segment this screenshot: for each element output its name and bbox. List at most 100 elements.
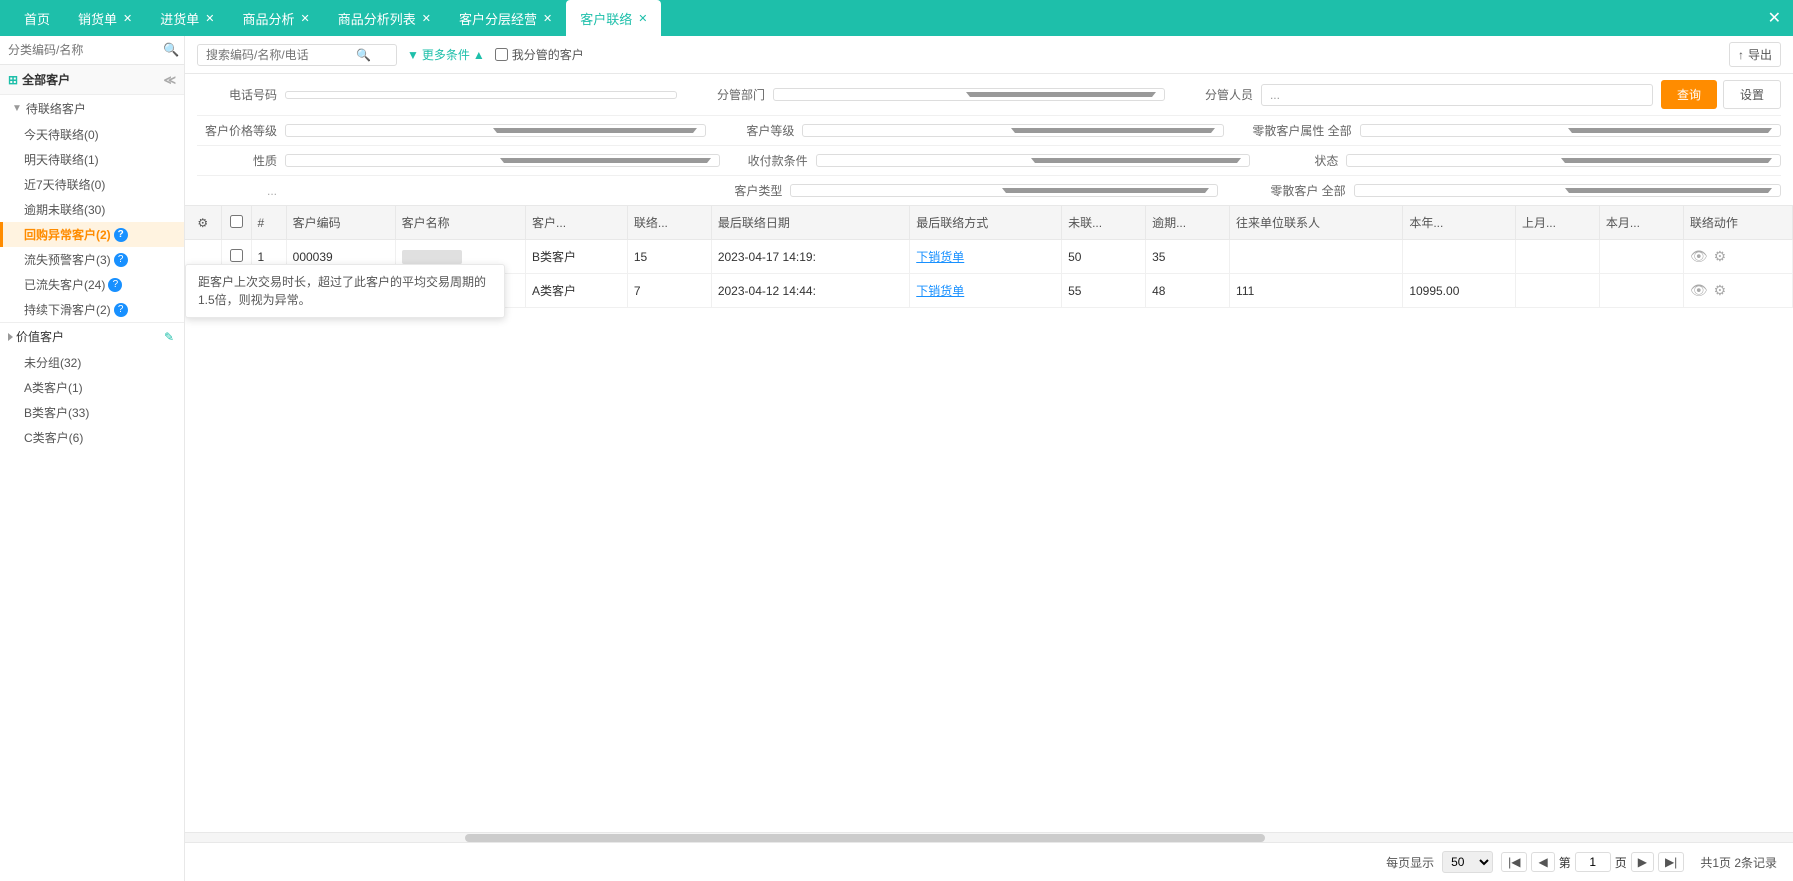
my-customers-checkbox[interactable] bbox=[495, 48, 508, 61]
nav-purchase-close[interactable]: ✕ bbox=[205, 12, 214, 25]
sidebar-item-tomorrow[interactable]: 明天待联络(1) bbox=[0, 147, 184, 172]
sidebar-item-ungrouped[interactable]: 未分组(32) bbox=[0, 350, 184, 375]
sidebar-item-today[interactable]: 今天待联络(0) bbox=[0, 122, 184, 147]
phone-field[interactable] bbox=[285, 91, 677, 99]
th-this-year[interactable]: 本年... bbox=[1403, 206, 1516, 240]
sidebar-group-value[interactable]: 价值客户 ✎ bbox=[0, 322, 184, 350]
sidebar-all-customers[interactable]: ⊞ 全部客户 ≪ bbox=[0, 65, 184, 95]
th-overdue[interactable]: 逾期... bbox=[1146, 206, 1230, 240]
sidebar-search-input[interactable] bbox=[8, 43, 163, 57]
info-icon-churn-warning[interactable]: ? bbox=[114, 253, 128, 267]
th-last-date[interactable]: 最后联络日期 bbox=[711, 206, 909, 240]
more-icon-2[interactable]: ⚙ bbox=[1714, 282, 1727, 299]
td-overdue-1: 35 bbox=[1146, 240, 1230, 274]
h-scrollbar-thumb[interactable] bbox=[465, 834, 1265, 842]
nav-sales[interactable]: 销货单 ✕ bbox=[64, 0, 146, 36]
sidebar-item-b-class[interactable]: B类客户(33) bbox=[0, 400, 184, 425]
th-contact[interactable]: 联络... bbox=[627, 206, 711, 240]
last-way-link-1[interactable]: 下销货单 bbox=[916, 250, 964, 264]
nav-customer-contact[interactable]: 客户联络 ✕ bbox=[566, 0, 661, 36]
last-way-link-2[interactable]: 下销货单 bbox=[916, 284, 964, 298]
filter-row-4: ... 客户类型 零散客户 全部 bbox=[197, 176, 1781, 205]
query-btn[interactable]: 查询 bbox=[1661, 80, 1717, 109]
nav-customer-contact-close[interactable]: ✕ bbox=[638, 12, 647, 25]
last-page-btn[interactable]: ▶| bbox=[1658, 852, 1684, 872]
sidebar-item-declining[interactable]: 持续下滑客户(2) ? bbox=[0, 297, 184, 322]
sidebar-item-churned[interactable]: 已流失客户(24) ? bbox=[0, 272, 184, 297]
info-icon-churned[interactable]: ? bbox=[108, 278, 122, 292]
nav-product-analysis-close[interactable]: ✕ bbox=[301, 12, 310, 25]
th-last-way[interactable]: 最后联络方式 bbox=[910, 206, 1062, 240]
value-group-edit[interactable]: ✎ bbox=[164, 330, 174, 344]
th-settings[interactable]: ⚙ bbox=[185, 206, 221, 240]
th-uncontact[interactable]: 未联... bbox=[1062, 206, 1146, 240]
th-name[interactable]: 客户名称 bbox=[395, 206, 525, 240]
gender-field[interactable] bbox=[285, 154, 720, 167]
grade-field[interactable] bbox=[802, 124, 1223, 137]
sidebar-group-pending[interactable]: ▼ 待联络客户 bbox=[0, 95, 184, 122]
nav-sales-close[interactable]: ✕ bbox=[123, 12, 132, 25]
row1-checkbox[interactable] bbox=[230, 249, 243, 262]
setting-btn[interactable]: 设置 bbox=[1723, 80, 1781, 109]
view-icon-2[interactable]: 👁 bbox=[1690, 282, 1708, 299]
retail-field[interactable] bbox=[1354, 184, 1781, 197]
sidebar-item-churn-warning[interactable]: 流失预警客户(3) ? bbox=[0, 247, 184, 272]
td-last-way-2[interactable]: 下销货单 bbox=[910, 274, 1062, 308]
retail-prop-field[interactable] bbox=[1360, 124, 1781, 137]
page-nav: |◀ ◀ 第 页 ▶ ▶| bbox=[1501, 852, 1684, 872]
per-page-select[interactable]: 50 20 100 bbox=[1442, 851, 1493, 873]
th-unit-contact[interactable]: 往来单位联系人 bbox=[1230, 206, 1403, 240]
dept-field[interactable] bbox=[773, 88, 1165, 101]
h-scrollbar[interactable] bbox=[185, 832, 1793, 842]
filter-search-icon[interactable]: 🔍 bbox=[356, 48, 371, 62]
more-icon-1[interactable]: ⚙ bbox=[1714, 248, 1727, 265]
th-code[interactable]: 客户编码 bbox=[286, 206, 395, 240]
cust-type-field[interactable] bbox=[790, 184, 1217, 197]
payment-field[interactable] bbox=[816, 154, 1251, 167]
export-btn[interactable]: ↑ 导出 bbox=[1729, 42, 1781, 67]
sidebar-search-icon[interactable]: 🔍 bbox=[163, 42, 179, 58]
view-icon-1[interactable]: 👁 bbox=[1690, 248, 1708, 265]
status-field[interactable] bbox=[1346, 154, 1781, 167]
sidebar-collapse-btn[interactable]: ≪ bbox=[163, 73, 176, 87]
nav-purchase[interactable]: 进货单 ✕ bbox=[146, 0, 228, 36]
td-last-way-1[interactable]: 下销货单 bbox=[910, 240, 1062, 274]
nav-customer-tier[interactable]: 客户分层经营 ✕ bbox=[445, 0, 566, 36]
info-icon-abnormal[interactable]: ? bbox=[114, 228, 128, 242]
info-icon-declining[interactable]: ? bbox=[114, 303, 128, 317]
sidebar-item-7days[interactable]: 近7天待联络(0) bbox=[0, 172, 184, 197]
select-all-checkbox[interactable] bbox=[230, 215, 243, 228]
nav-home[interactable]: 首页 bbox=[10, 0, 64, 36]
payment-arrow bbox=[1031, 158, 1242, 163]
sidebar-item-abnormal-repurchase[interactable]: 回购异常客户(2) ? bbox=[0, 222, 184, 247]
sidebar-item-overdue[interactable]: 逾期未联络(30) bbox=[0, 197, 184, 222]
next-page-btn[interactable]: ▶ bbox=[1631, 852, 1654, 872]
sidebar-item-c-class[interactable]: C类客户(6) bbox=[0, 425, 184, 450]
first-page-btn[interactable]: |◀ bbox=[1501, 852, 1527, 872]
dots-label: ... bbox=[197, 184, 277, 198]
nav-customer-tier-close[interactable]: ✕ bbox=[543, 12, 552, 25]
th-type[interactable]: 客户... bbox=[526, 206, 628, 240]
nav-product-analysis[interactable]: 商品分析 ✕ bbox=[228, 0, 323, 36]
sidebar-search-box: 🔍 bbox=[0, 36, 184, 65]
sidebar-item-a-class[interactable]: A类客户(1) bbox=[0, 375, 184, 400]
top-nav: 首页 销货单 ✕ 进货单 ✕ 商品分析 ✕ 商品分析列表 ✕ 客户分层经营 ✕ … bbox=[0, 0, 1793, 36]
price-grade-field[interactable] bbox=[285, 124, 706, 137]
th-last-month[interactable]: 上月... bbox=[1515, 206, 1599, 240]
th-checkbox[interactable] bbox=[221, 206, 251, 240]
more-filters-btn[interactable]: ▼ 更多条件 ▲ bbox=[407, 46, 485, 63]
page-input[interactable] bbox=[1575, 852, 1611, 872]
nav-product-list-close[interactable]: ✕ bbox=[422, 12, 431, 25]
nav-product-list[interactable]: 商品分析列表 ✕ bbox=[324, 0, 445, 36]
page-suffix: 页 bbox=[1615, 854, 1627, 871]
nav-close-all[interactable]: ✕ bbox=[1768, 8, 1781, 28]
td-action-2: 👁 ⚙ bbox=[1683, 274, 1792, 308]
my-customers-checkbox-label[interactable]: 我分管的客户 bbox=[495, 46, 584, 63]
prev-page-btn[interactable]: ◀ bbox=[1531, 852, 1554, 872]
status-arrow bbox=[1561, 158, 1772, 163]
action-icons-1: 👁 ⚙ bbox=[1690, 248, 1786, 265]
action-icons-2: 👁 ⚙ bbox=[1690, 282, 1786, 299]
th-this-month[interactable]: 本月... bbox=[1599, 206, 1683, 240]
person-field[interactable]: ... bbox=[1261, 84, 1653, 106]
filter-search-input[interactable] bbox=[206, 48, 356, 62]
